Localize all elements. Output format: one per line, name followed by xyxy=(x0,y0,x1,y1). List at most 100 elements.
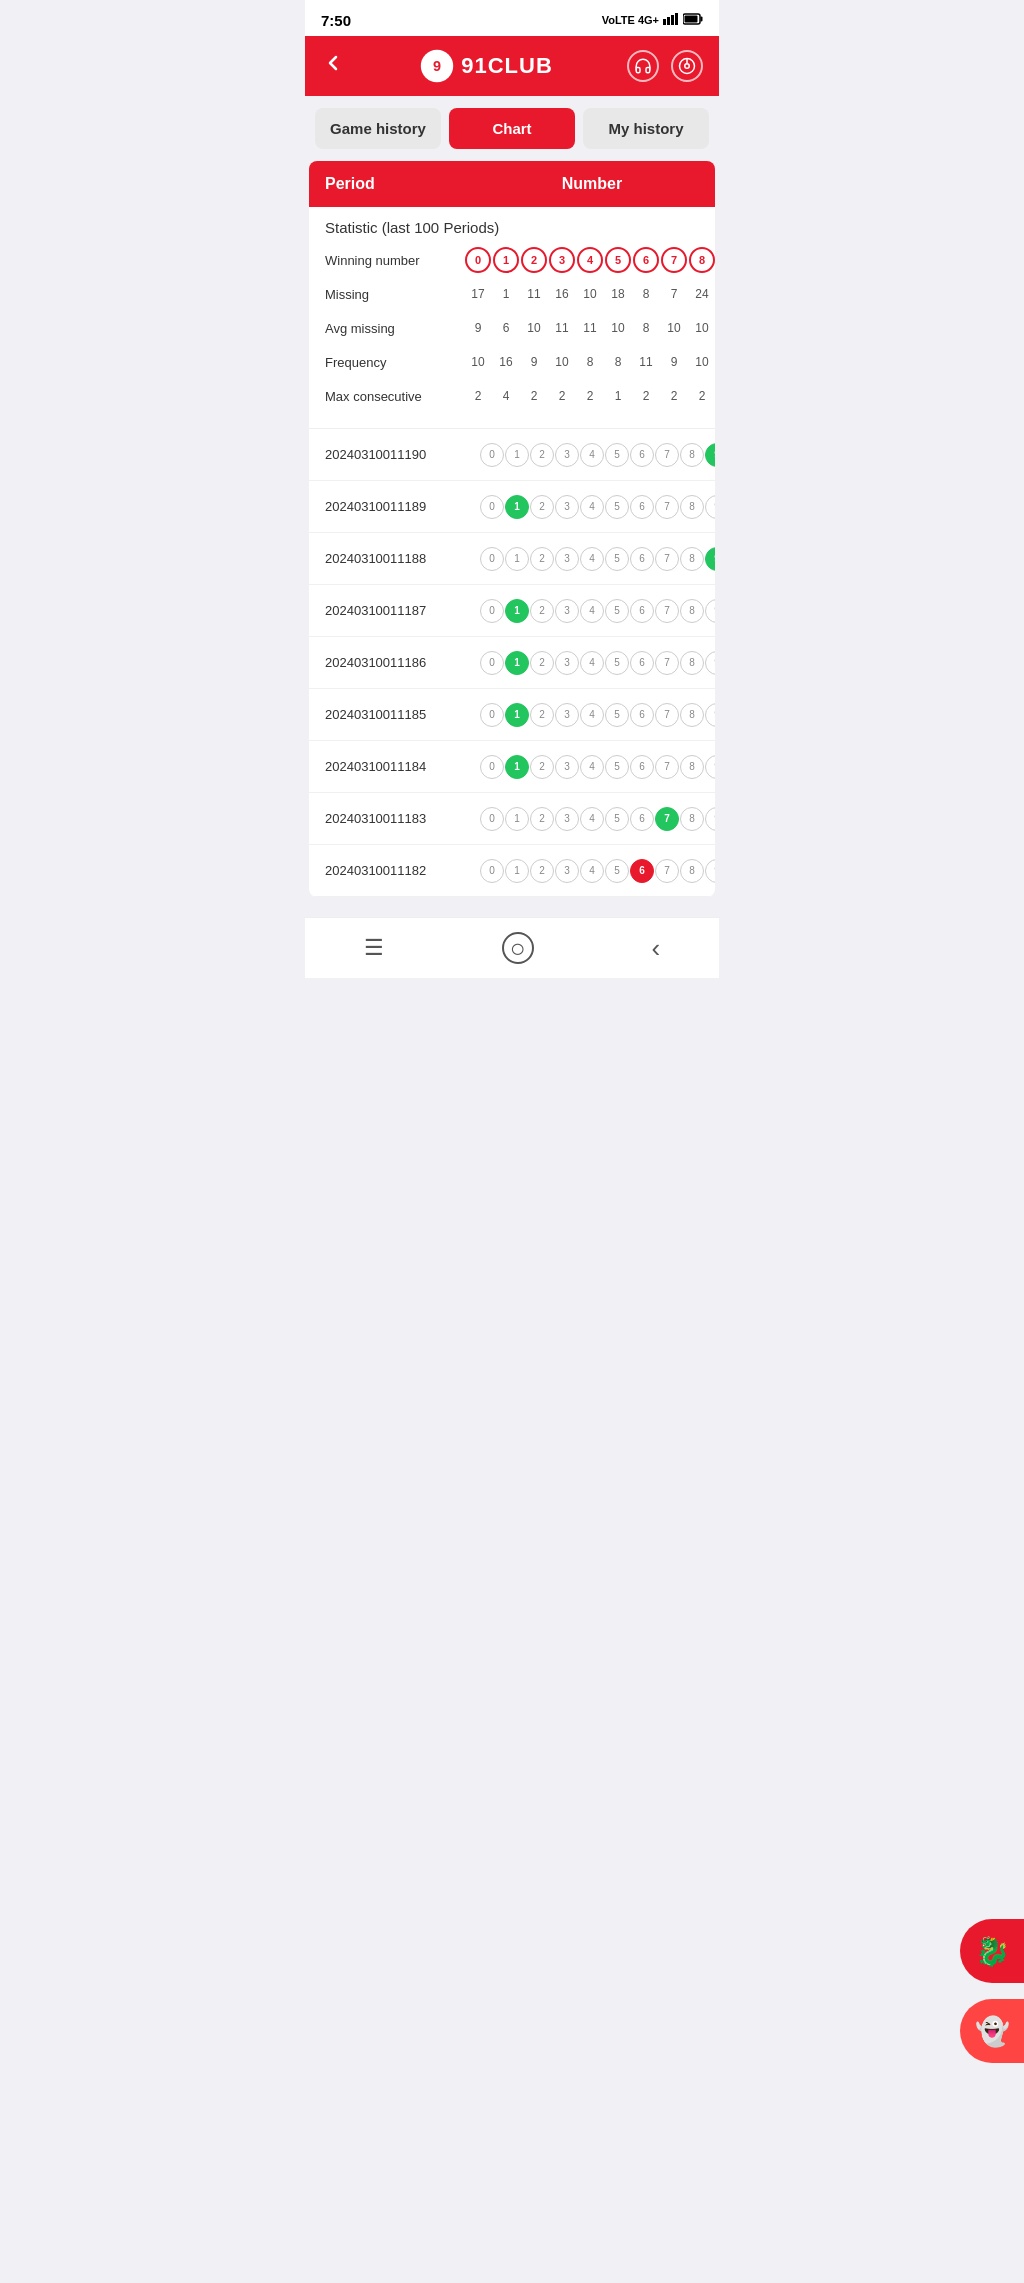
number-circle: 3 xyxy=(555,443,579,467)
number-circle: 8 xyxy=(680,859,704,883)
number-circle: 1 xyxy=(505,807,529,831)
number-circle: 3 xyxy=(555,859,579,883)
number-circle: 0 xyxy=(480,599,504,623)
number-circle: 9 xyxy=(705,859,715,883)
number-circle: 3 xyxy=(555,755,579,779)
number-circle: 2 xyxy=(530,599,554,623)
number-circle: 0 xyxy=(480,651,504,675)
game-numbers: 0123456789 xyxy=(480,599,715,623)
number-circle: 3 xyxy=(555,495,579,519)
number-circle: 6 xyxy=(630,807,654,831)
game-period: 20240310011188 xyxy=(325,551,480,566)
game-row: 202403100111890123456789S xyxy=(309,481,715,533)
network-icon: VoLTE 4G+ xyxy=(602,14,659,26)
number-circle: 5 xyxy=(605,495,629,519)
stats-title: Statistic (last 100 Periods) xyxy=(325,219,699,236)
number-circle: 7 xyxy=(655,703,679,727)
number-circle: 3 xyxy=(555,547,579,571)
number-circle: 7 xyxy=(655,495,679,519)
number-circle: 2 xyxy=(530,495,554,519)
game-row: 202403100111860123456789S xyxy=(309,637,715,689)
number-circle: 2 xyxy=(530,547,554,571)
number-circle: 3 xyxy=(555,807,579,831)
number-circle: 8 xyxy=(680,755,704,779)
number-circle: 6 xyxy=(630,495,654,519)
number-circle: 6 xyxy=(630,599,654,623)
game-period: 20240310011190 xyxy=(325,447,480,462)
game-numbers: 0123456789 xyxy=(480,859,715,883)
period-header: Period xyxy=(325,175,485,193)
number-circle: 5 xyxy=(605,651,629,675)
header-logo: 9 91CLUB xyxy=(419,48,553,84)
number-circle: 4 xyxy=(580,495,604,519)
music-button[interactable] xyxy=(671,50,703,82)
signal-icon xyxy=(663,13,679,28)
game-row: 202403100111820123456789B xyxy=(309,845,715,897)
status-time: 7:50 xyxy=(321,12,351,29)
number-circle: 2 xyxy=(530,703,554,727)
back-button[interactable] xyxy=(321,51,345,81)
number-circle: 7 xyxy=(655,651,679,675)
frequency-values: 101691088119109 xyxy=(465,355,715,369)
svg-rect-2 xyxy=(671,15,674,25)
svg-point-10 xyxy=(685,64,690,69)
number-circle: 9 xyxy=(705,443,715,467)
frequency-row: Frequency 101691088119109 xyxy=(325,348,699,376)
number-circle: 1 xyxy=(505,703,529,727)
game-row: 202403100111870123456789S xyxy=(309,585,715,637)
svg-rect-5 xyxy=(701,16,703,21)
number-circle: 2 xyxy=(530,443,554,467)
game-period: 20240310011185 xyxy=(325,707,480,722)
missing-values: 1711116101887240 xyxy=(465,287,715,301)
tab-my-history[interactable]: My history xyxy=(583,108,709,149)
number-circle: 4 xyxy=(580,807,604,831)
number-circle: 3 xyxy=(555,599,579,623)
home-button[interactable]: ○ xyxy=(502,932,534,964)
back-nav-button[interactable]: ‹ xyxy=(651,933,660,964)
tab-game-history[interactable]: Game history xyxy=(315,108,441,149)
number-circle: 9 xyxy=(705,703,715,727)
game-numbers: 0123456789 xyxy=(480,495,715,519)
logo-text: 91CLUB xyxy=(461,53,553,79)
tab-chart[interactable]: Chart xyxy=(449,108,575,149)
main-content: Period Number Statistic (last 100 Period… xyxy=(309,161,715,897)
status-icons: VoLTE 4G+ xyxy=(602,13,703,28)
number-circle: 0 xyxy=(480,703,504,727)
game-numbers: 0123456789 xyxy=(480,547,715,571)
number-circle: 3 xyxy=(555,651,579,675)
bottom-nav: ☰ ○ ‹ xyxy=(305,917,719,978)
number-circle: 8 xyxy=(680,651,704,675)
number-circle: 1 xyxy=(505,755,529,779)
number-circle: 7 xyxy=(655,599,679,623)
number-circle: 7 xyxy=(655,443,679,467)
frequency-label: Frequency xyxy=(325,355,465,370)
menu-button[interactable]: ☰ xyxy=(364,935,384,961)
number-circle: 7 xyxy=(655,807,679,831)
number-circle: 4 xyxy=(580,755,604,779)
number-circle: 1 xyxy=(505,599,529,623)
number-circle: 2 xyxy=(530,651,554,675)
number-circle: 6 xyxy=(630,703,654,727)
avg-missing-values: 96101111108101011 xyxy=(465,321,715,335)
header-actions xyxy=(627,50,703,82)
game-period: 20240310011184 xyxy=(325,759,480,774)
max-consecutive-row: Max consecutive 2422212222 xyxy=(325,382,699,410)
app-header: 9 91CLUB xyxy=(305,36,719,96)
number-circle: 2 xyxy=(530,807,554,831)
number-circle: 1 xyxy=(505,651,529,675)
game-numbers: 0123456789 xyxy=(480,651,715,675)
number-circle: 2 xyxy=(530,859,554,883)
number-circle: 0 xyxy=(480,859,504,883)
number-circle: 0 xyxy=(480,443,504,467)
game-row: 202403100111830123456789B xyxy=(309,793,715,845)
svg-text:9: 9 xyxy=(433,58,441,74)
number-circle: 3 xyxy=(555,703,579,727)
game-row: 202403100111900123456789B xyxy=(309,429,715,481)
number-circle: 4 xyxy=(580,599,604,623)
headset-button[interactable] xyxy=(627,50,659,82)
tabs-container: Game history Chart My history xyxy=(305,96,719,161)
winning-numbers-row: Winning number 0123456789 xyxy=(325,246,699,274)
number-circle: 1 xyxy=(505,495,529,519)
number-circle: 7 xyxy=(655,755,679,779)
number-circle: 7 xyxy=(655,547,679,571)
